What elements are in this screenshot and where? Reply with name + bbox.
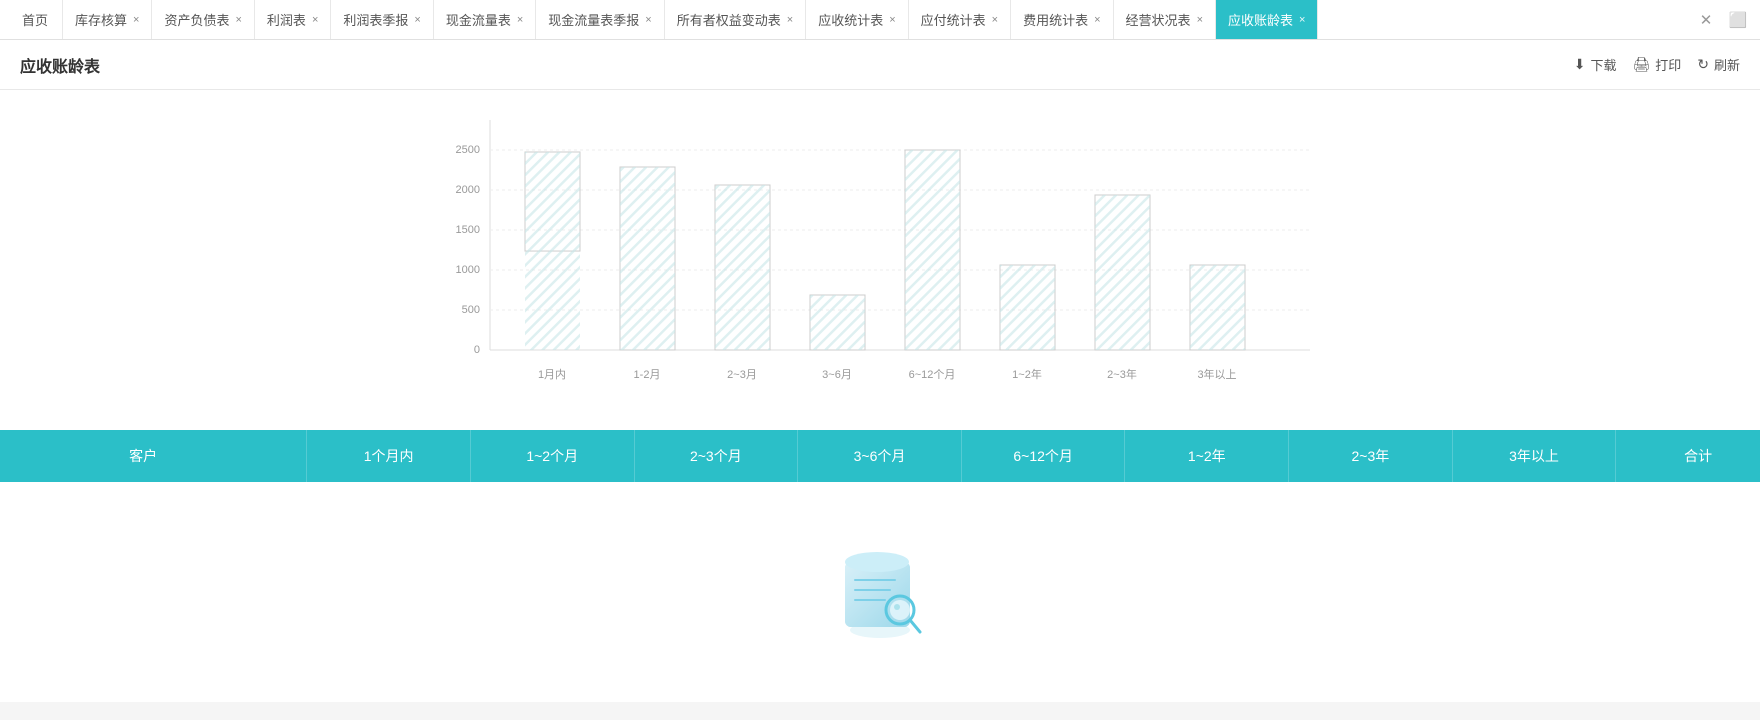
svg-text:1-2月: 1-2月 bbox=[634, 369, 661, 381]
tab-balance-sheet-label: 资产负债表 bbox=[164, 10, 229, 29]
tab-business-status-close[interactable]: × bbox=[1197, 14, 1203, 26]
tab-receivable-stats[interactable]: 应收统计表 × bbox=[806, 0, 908, 40]
tab-payable-stats[interactable]: 应付统计表 × bbox=[909, 0, 1011, 40]
svg-text:0: 0 bbox=[474, 344, 480, 356]
col-3-6month: 3~6个月 bbox=[798, 430, 962, 482]
window-maximize-button[interactable]: ⬜ bbox=[1724, 6, 1752, 34]
tab-cashflow-quarterly[interactable]: 现金流量表季报 × bbox=[536, 0, 664, 40]
tab-equity-changes-label: 所有者权益变动表 bbox=[677, 10, 781, 29]
page-header: 应收账龄表 ⬇ 下载 🖨 打印 ↻ 刷新 bbox=[0, 40, 1760, 90]
table-header: 客户 1个月内 1~2个月 2~3个月 3~6个月 6~12个月 1~2年 2~… bbox=[0, 430, 1760, 482]
tab-bar: 首页 库存核算 × 资产负债表 × 利润表 × 利润表季报 × 现金流量表 × … bbox=[0, 0, 1760, 40]
svg-text:2000: 2000 bbox=[456, 184, 480, 196]
svg-text:2~3年: 2~3年 bbox=[1107, 367, 1137, 381]
tab-ar-aging[interactable]: 应收账龄表 × bbox=[1216, 0, 1318, 40]
chart-container: 0 500 1000 1500 2000 2500 1月内 1-2月 bbox=[20, 110, 1740, 400]
svg-text:2500: 2500 bbox=[456, 144, 480, 156]
tab-cashflow-quarterly-close[interactable]: × bbox=[645, 14, 651, 26]
refresh-button[interactable]: ↻ 刷新 bbox=[1697, 55, 1740, 74]
bar-chart: 0 500 1000 1500 2000 2500 1月内 1-2月 bbox=[430, 110, 1330, 400]
empty-icon bbox=[820, 542, 940, 642]
empty-state bbox=[0, 482, 1760, 702]
col-1month: 1个月内 bbox=[307, 430, 471, 482]
tab-balance-sheet[interactable]: 资产负债表 × bbox=[152, 0, 254, 40]
col-1-2year: 1~2年 bbox=[1125, 430, 1289, 482]
tab-receivable-stats-label: 应收统计表 bbox=[818, 10, 883, 29]
tab-business-status-label: 经营状况表 bbox=[1126, 10, 1191, 29]
refresh-label: 刷新 bbox=[1714, 55, 1740, 74]
download-button[interactable]: ⬇ 下载 bbox=[1574, 55, 1617, 74]
print-button[interactable]: 🖨 打印 bbox=[1632, 55, 1681, 74]
col-3year-plus: 3年以上 bbox=[1453, 430, 1617, 482]
tab-equity-changes-close[interactable]: × bbox=[787, 14, 793, 26]
svg-text:500: 500 bbox=[462, 304, 480, 316]
tab-expense-stats[interactable]: 费用统计表 × bbox=[1011, 0, 1113, 40]
tab-ar-aging-label: 应收账龄表 bbox=[1228, 10, 1293, 29]
svg-text:3~6月: 3~6月 bbox=[822, 369, 852, 381]
svg-text:1~2年: 1~2年 bbox=[1012, 367, 1042, 381]
print-label: 打印 bbox=[1655, 55, 1681, 74]
col-6-12month: 6~12个月 bbox=[962, 430, 1126, 482]
chart-area: 0 500 1000 1500 2000 2500 1月内 1-2月 bbox=[0, 90, 1760, 430]
refresh-icon: ↻ bbox=[1697, 56, 1709, 73]
tab-balance-sheet-close[interactable]: × bbox=[235, 14, 241, 26]
svg-text:3年以上: 3年以上 bbox=[1197, 367, 1236, 381]
svg-text:1500: 1500 bbox=[456, 224, 480, 236]
download-icon: ⬇ bbox=[1574, 56, 1586, 73]
tab-cashflow-close[interactable]: × bbox=[517, 14, 523, 26]
tab-bar-controls: ✕ ⬜ bbox=[1692, 6, 1752, 34]
page-actions: ⬇ 下载 🖨 打印 ↻ 刷新 bbox=[1574, 55, 1740, 74]
download-label: 下载 bbox=[1590, 55, 1616, 74]
tab-inventory-close[interactable]: × bbox=[133, 14, 139, 26]
tab-cashflow[interactable]: 现金流量表 × bbox=[434, 0, 536, 40]
tab-profit-loss-close[interactable]: × bbox=[312, 14, 318, 26]
tab-payable-stats-close[interactable]: × bbox=[992, 14, 998, 26]
tab-profit-quarterly-label: 利润表季报 bbox=[343, 10, 408, 29]
col-2-3year: 2~3年 bbox=[1289, 430, 1453, 482]
tab-profit-loss-label: 利润表 bbox=[267, 10, 306, 29]
tab-profit-quarterly[interactable]: 利润表季报 × bbox=[331, 0, 433, 40]
tab-business-status[interactable]: 经营状况表 × bbox=[1114, 0, 1216, 40]
svg-text:1000: 1000 bbox=[456, 264, 480, 276]
svg-text:6~12个月: 6~12个月 bbox=[909, 368, 956, 381]
tab-home[interactable]: 首页 bbox=[8, 0, 63, 40]
tab-cashflow-label: 现金流量表 bbox=[446, 10, 511, 29]
svg-text:2~3月: 2~3月 bbox=[727, 369, 757, 381]
page-title: 应收账龄表 bbox=[20, 53, 100, 77]
empty-illustration bbox=[820, 542, 940, 642]
window-close-button[interactable]: ✕ bbox=[1692, 6, 1720, 34]
tab-expense-stats-label: 费用统计表 bbox=[1023, 10, 1088, 29]
svg-text:1月内: 1月内 bbox=[538, 367, 566, 381]
col-total: 合计 bbox=[1616, 430, 1760, 482]
col-1-2month: 1~2个月 bbox=[471, 430, 635, 482]
tab-ar-aging-close[interactable]: × bbox=[1299, 14, 1305, 26]
tab-payable-stats-label: 应付统计表 bbox=[921, 10, 986, 29]
col-2-3month: 2~3个月 bbox=[635, 430, 799, 482]
tab-equity-changes[interactable]: 所有者权益变动表 × bbox=[665, 0, 806, 40]
tab-inventory[interactable]: 库存核算 × bbox=[63, 0, 152, 40]
tab-profit-quarterly-close[interactable]: × bbox=[414, 14, 420, 26]
tab-receivable-stats-close[interactable]: × bbox=[889, 14, 895, 26]
col-customer: 客户 bbox=[0, 430, 307, 482]
tab-cashflow-quarterly-label: 现金流量表季报 bbox=[548, 10, 639, 29]
tab-inventory-label: 库存核算 bbox=[75, 10, 127, 29]
tab-expense-stats-close[interactable]: × bbox=[1094, 14, 1100, 26]
tab-profit-loss[interactable]: 利润表 × bbox=[255, 0, 331, 40]
print-icon: 🖨 bbox=[1632, 56, 1650, 73]
